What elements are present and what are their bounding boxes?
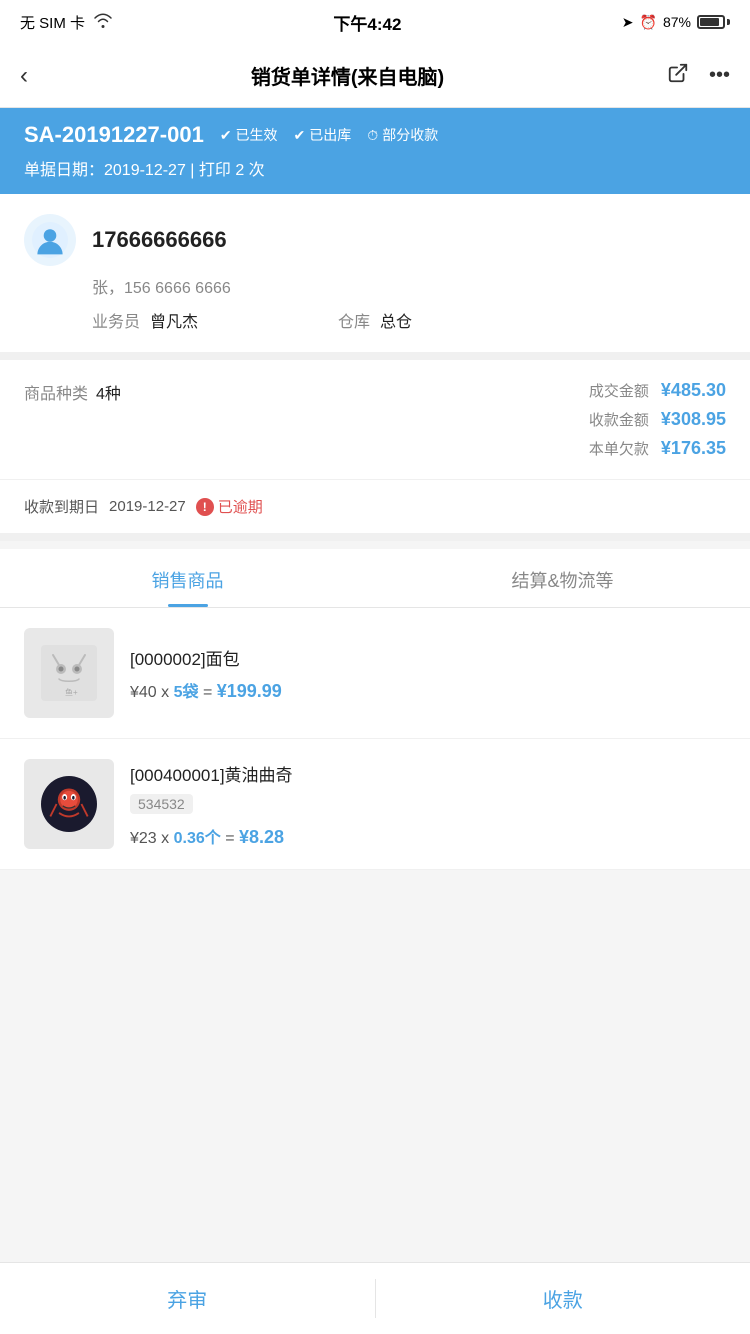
price-formula-2: ¥23 x: [130, 830, 174, 847]
due-date: 2019-12-27: [109, 498, 186, 515]
product-price-2: ¥23 x 0.36个 = ¥8.28: [130, 824, 726, 848]
status-time: 下午4:42: [333, 10, 401, 35]
amount-label: 成交金额: [589, 380, 649, 401]
order-id: SA-20191227-001: [24, 122, 204, 148]
confirm-button[interactable]: 收款: [376, 1263, 750, 1334]
list-item: [000400001]黄油曲奇 534532 ¥23 x 0.36个 = ¥8.…: [0, 739, 750, 870]
badge-partial: ⏱ 部分收款: [367, 125, 438, 145]
warehouse-value: 总仓: [380, 308, 412, 332]
price-total-2: ¥8.28: [239, 827, 284, 847]
more-icon[interactable]: •••: [709, 64, 730, 87]
list-item: 鱼+ [0000002]面包 ¥40 x 5袋 = ¥199.99: [0, 608, 750, 739]
back-button[interactable]: ‹: [20, 62, 28, 90]
product-kind: 商品种类 4种: [24, 380, 121, 404]
product-tag-2: 534532: [130, 794, 193, 814]
due-section: 收款到期日 2019-12-27 ! 已逾期: [0, 479, 750, 533]
customer-phone: 17666666666: [92, 227, 227, 253]
owed-label: 本单欠款: [589, 438, 649, 459]
received-value: ¥308.95: [661, 409, 726, 430]
amount-summary: 成交金额 ¥485.30 收款金额 ¥308.95 本单欠款 ¥176.35: [589, 380, 726, 459]
tab-sales[interactable]: 销售商品: [0, 549, 375, 607]
product-name-1: [0000002]面包: [130, 645, 726, 670]
overdue-text: 已逾期: [218, 496, 263, 517]
sales-value: 曾凡杰: [150, 308, 198, 332]
avatar: [24, 214, 76, 266]
tabs-section: 销售商品 结算&物流等 鱼+ [00000: [0, 549, 750, 870]
customer-meta: 业务员 曾凡杰 仓库 总仓: [92, 308, 726, 332]
price-sep-2: =: [221, 830, 239, 847]
product-info-2: [000400001]黄油曲奇 534532 ¥23 x 0.36个 = ¥8.…: [130, 761, 726, 848]
battery-percent: 87%: [663, 14, 691, 30]
product-info-1: [0000002]面包 ¥40 x 5袋 = ¥199.99: [130, 645, 726, 702]
badge-shipped: ✔ 已出库: [294, 125, 352, 145]
product-thumb-2: [24, 759, 114, 849]
owed-value: ¥176.35: [661, 438, 726, 459]
share-icon[interactable]: [667, 62, 689, 90]
nav-actions: •••: [667, 62, 730, 90]
price-qty-1: 5袋: [174, 684, 199, 701]
customer-sub: 张，156 6666 6666: [92, 274, 726, 298]
price-total-1: ¥199.99: [217, 681, 282, 701]
price-qty-2: 0.36个: [174, 830, 221, 847]
check-icon-1: ✔: [220, 127, 232, 144]
status-left: 无 SIM 卡: [20, 12, 113, 33]
bottom-bar: 弃审 收款: [0, 1262, 750, 1334]
product-thumb-1: 鱼+: [24, 628, 114, 718]
clock-icon: ⏱: [367, 127, 378, 144]
order-header: SA-20191227-001 ✔ 已生效 ✔ 已出库 ⏱ 部分收款 单据日期：…: [0, 108, 750, 194]
page-title: 销货单详情(来自电脑): [251, 61, 444, 90]
alarm-icon: ⏰: [640, 14, 657, 31]
product-list: 鱼+ [0000002]面包 ¥40 x 5袋 = ¥199.99: [0, 608, 750, 870]
customer-section: 17666666666 张，156 6666 6666 业务员 曾凡杰 仓库 总…: [0, 194, 750, 352]
nav-bar: ‹ 销货单详情(来自电脑) •••: [0, 44, 750, 108]
carrier-text: 无 SIM 卡: [20, 12, 85, 33]
product-price-1: ¥40 x 5袋 = ¥199.99: [130, 678, 726, 702]
status-right: ➤ ⏰ 87%: [622, 14, 730, 31]
product-name-2: [000400001]黄油曲奇: [130, 761, 726, 786]
price-sep-1: =: [199, 684, 217, 701]
cancel-button[interactable]: 弃审: [0, 1263, 375, 1334]
order-date: 单据日期：2019-12-27 | 打印 2 次: [24, 156, 726, 180]
overdue-badge: ! 已逾期: [196, 496, 263, 517]
divider-2: [0, 533, 750, 541]
svg-text:鱼+: 鱼+: [65, 687, 78, 697]
divider-1: [0, 352, 750, 360]
due-label: 收款到期日: [24, 496, 99, 517]
battery-icon: [697, 15, 730, 29]
tab-settlement[interactable]: 结算&物流等: [375, 549, 750, 607]
amount-value: ¥485.30: [661, 380, 726, 401]
wifi-icon: [93, 12, 113, 32]
kind-label: 商品种类: [24, 380, 88, 404]
status-bar: 无 SIM 卡 下午4:42 ➤ ⏰ 87%: [0, 0, 750, 44]
kind-value: 4种: [96, 380, 121, 404]
location-icon: ➤: [622, 14, 634, 31]
tabs-bar: 销售商品 结算&物流等: [0, 549, 750, 608]
summary-section: 商品种类 4种 成交金额 ¥485.30 收款金额 ¥308.95 本单欠款 ¥…: [0, 360, 750, 479]
received-label: 收款金额: [589, 409, 649, 430]
badge-effective: ✔ 已生效: [220, 125, 278, 145]
overdue-dot-icon: !: [196, 498, 214, 516]
price-formula-1: ¥40 x: [130, 684, 174, 701]
warehouse-label: 仓库: [338, 308, 370, 332]
check-icon-2: ✔: [294, 127, 306, 144]
sales-label: 业务员: [92, 308, 140, 332]
